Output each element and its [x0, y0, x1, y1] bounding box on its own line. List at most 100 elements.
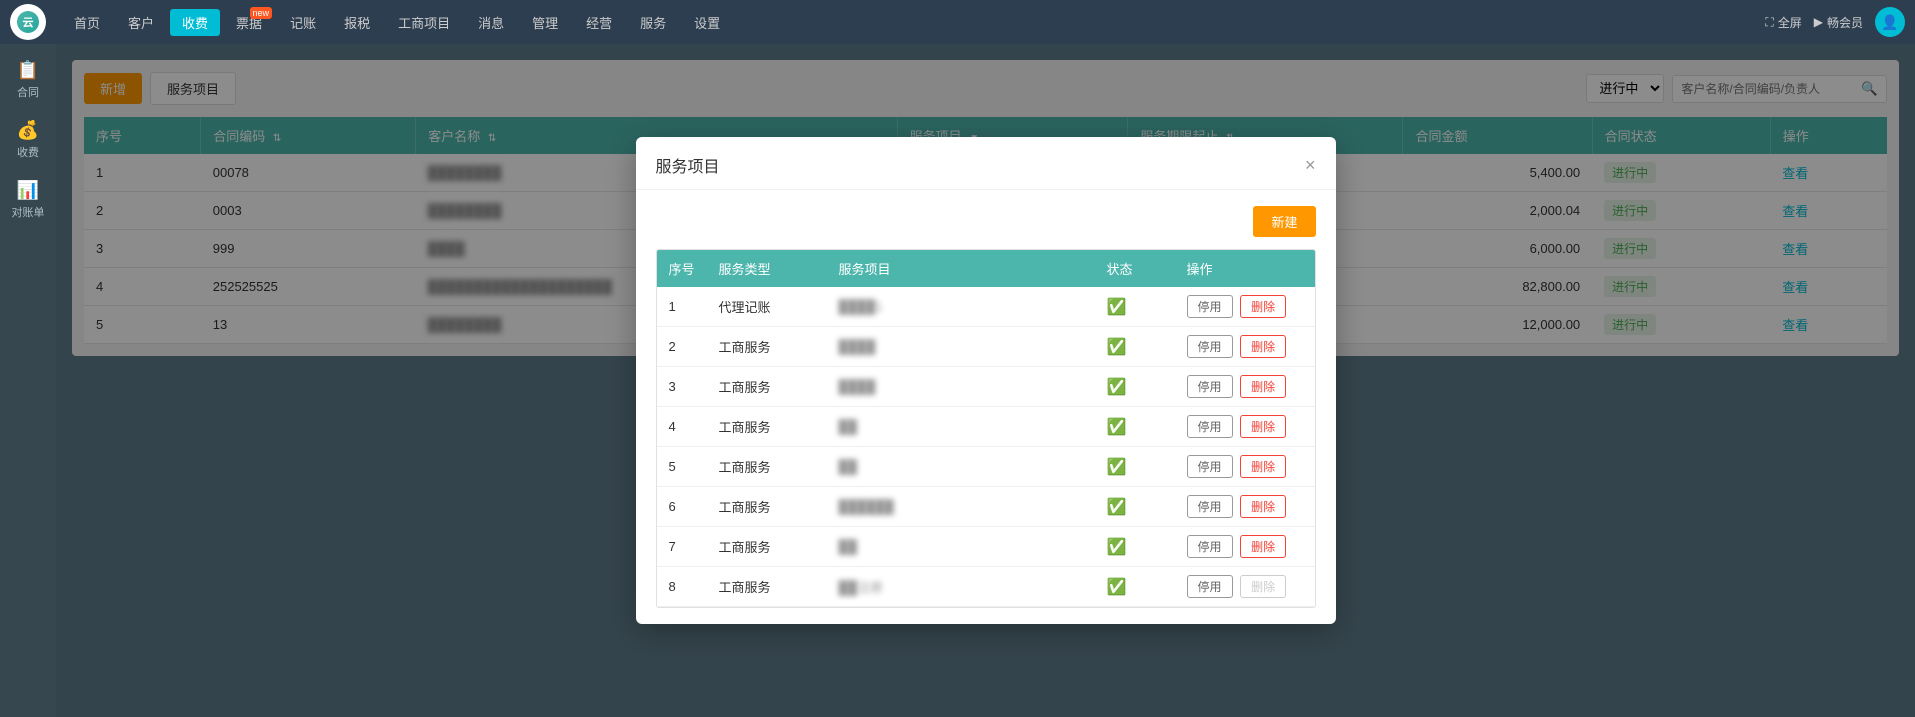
modal-cell-status: ✅ — [1095, 407, 1175, 447]
stop-button[interactable]: 停用 — [1187, 375, 1233, 398]
nav-home[interactable]: 首页 — [62, 9, 112, 36]
modal-cell-type: 工商服务 — [707, 567, 827, 607]
delete-button[interactable]: 删除 — [1240, 415, 1286, 438]
modal-col-type: 服务类型 — [707, 250, 827, 287]
nav-account[interactable]: 记账 — [278, 9, 328, 36]
modal-col-project: 服务项目 — [827, 250, 1095, 287]
modal-cell-project: ██注册 — [827, 567, 1095, 607]
nav-manage[interactable]: 管理 — [520, 9, 570, 36]
status-check-icon: ✅ — [1107, 539, 1127, 556]
service-table: 序号 服务类型 服务项目 状态 操作 1 代理记账 ████1 ✅ 停用 删除 … — [657, 250, 1315, 607]
list-item: 3 工商服务 ████ ✅ 停用 删除 — [657, 367, 1315, 407]
modal-cell-seq: 6 — [657, 487, 707, 527]
nav-finance[interactable]: 经营 — [574, 9, 624, 36]
revenue-icon: 💰 — [17, 120, 39, 141]
modal-body: 新建 序号 服务类型 服务项目 状态 操作 1 代理记账 — [636, 190, 1336, 624]
nav-tax[interactable]: 报税 — [332, 9, 382, 36]
nav-message[interactable]: 消息 — [466, 9, 516, 36]
nav-revenue[interactable]: 收费 — [170, 9, 220, 36]
status-check-icon: ✅ — [1107, 459, 1127, 476]
modal-cell-status: ✅ — [1095, 447, 1175, 487]
stop-button[interactable]: 停用 — [1187, 415, 1233, 438]
sidebar-item-reconcile[interactable]: 📊 对账单 — [4, 172, 52, 228]
modal-cell-seq: 2 — [657, 327, 707, 367]
modal-cell-action: 停用 删除 — [1175, 327, 1315, 367]
delete-button[interactable]: 删除 — [1240, 295, 1286, 318]
modal-col-status: 状态 — [1095, 250, 1175, 287]
delete-button[interactable]: 删除 — [1240, 375, 1286, 398]
status-check-icon: ✅ — [1107, 299, 1127, 316]
nav-service[interactable]: 服务 — [628, 9, 678, 36]
modal-cell-project: ████1 — [827, 287, 1095, 327]
nav-right: ⛶ 全屏 ▶ 畅会员 👤 — [1765, 7, 1905, 37]
modal-cell-project: ██ — [827, 407, 1095, 447]
modal-cell-project: ██████ — [827, 487, 1095, 527]
modal-cell-action: 停用 删除 — [1175, 487, 1315, 527]
list-item: 2 工商服务 ████ ✅ 停用 删除 — [657, 327, 1315, 367]
top-navigation: 云 首页 客户 收费 票据 new 记账 报税 工商项目 消息 管理 经营 服务… — [0, 0, 1915, 44]
modal-cell-project: ████ — [827, 367, 1095, 407]
stop-button[interactable]: 停用 — [1187, 575, 1233, 598]
modal-cell-status: ✅ — [1095, 527, 1175, 567]
modal-cell-seq: 3 — [657, 367, 707, 407]
modal-cell-project: ██ — [827, 447, 1095, 487]
logo-icon: 云 — [17, 11, 39, 33]
modal-cell-status: ✅ — [1095, 487, 1175, 527]
stop-button[interactable]: 停用 — [1187, 455, 1233, 478]
stop-button[interactable]: 停用 — [1187, 495, 1233, 518]
modal-col-seq: 序号 — [657, 250, 707, 287]
delete-button[interactable]: 删除 — [1240, 535, 1286, 558]
nav-invoice[interactable]: 票据 new — [224, 9, 274, 36]
service-tbody: 1 代理记账 ████1 ✅ 停用 删除 2 工商服务 ████ ✅ 停用 删除… — [657, 287, 1315, 607]
modal-col-action: 操作 — [1175, 250, 1315, 287]
status-check-icon: ✅ — [1107, 579, 1127, 596]
logo[interactable]: 云 — [10, 4, 46, 40]
modal-cell-action: 停用 删除 — [1175, 527, 1315, 567]
stop-button[interactable]: 停用 — [1187, 335, 1233, 358]
contract-icon: 📋 — [17, 60, 39, 81]
invoice-badge: new — [250, 7, 273, 19]
modal-cell-seq: 5 — [657, 447, 707, 487]
modal-cell-status: ✅ — [1095, 367, 1175, 407]
list-item: 7 工商服务 ██ ✅ 停用 删除 — [657, 527, 1315, 567]
modal-cell-seq: 1 — [657, 287, 707, 327]
stop-button[interactable]: 停用 — [1187, 295, 1233, 318]
list-item: 5 工商服务 ██ ✅ 停用 删除 — [657, 447, 1315, 487]
member-button[interactable]: ▶ 畅会员 — [1814, 14, 1863, 31]
modal-overlay[interactable]: 服务项目 × 新建 序号 服务类型 服务项目 状态 操作 — [56, 44, 1915, 717]
modal-cell-seq: 4 — [657, 407, 707, 447]
service-table-header: 序号 服务类型 服务项目 状态 操作 — [657, 250, 1315, 287]
list-item: 8 工商服务 ██注册 ✅ 停用 删除 — [657, 567, 1315, 607]
modal-cell-status: ✅ — [1095, 287, 1175, 327]
modal-cell-status: ✅ — [1095, 567, 1175, 607]
modal-cell-type: 工商服务 — [707, 407, 827, 447]
modal-cell-type: 工商服务 — [707, 367, 827, 407]
new-service-button[interactable]: 新建 — [1253, 206, 1315, 237]
nav-items: 首页 客户 收费 票据 new 记账 报税 工商项目 消息 管理 经营 服务 设… — [62, 9, 1765, 36]
modal-cell-seq: 8 — [657, 567, 707, 607]
delete-button[interactable]: 删除 — [1240, 335, 1286, 358]
modal-cell-action: 停用 删除 — [1175, 447, 1315, 487]
nav-customer[interactable]: 客户 — [116, 9, 166, 36]
nav-bizproject[interactable]: 工商项目 — [386, 9, 462, 36]
modal-cell-type: 工商服务 — [707, 527, 827, 567]
delete-button[interactable]: 删除 — [1240, 455, 1286, 478]
modal-cell-action: 停用 删除 — [1175, 287, 1315, 327]
member-icon: ▶ — [1814, 15, 1823, 29]
status-check-icon: ✅ — [1107, 379, 1127, 396]
delete-button[interactable]: 删除 — [1240, 495, 1286, 518]
sidebar-item-contract[interactable]: 📋 合同 — [4, 52, 52, 108]
sidebar-item-revenue[interactable]: 💰 收费 — [4, 112, 52, 168]
list-item: 4 工商服务 ██ ✅ 停用 删除 — [657, 407, 1315, 447]
service-modal: 服务项目 × 新建 序号 服务类型 服务项目 状态 操作 — [636, 137, 1336, 624]
status-check-icon: ✅ — [1107, 499, 1127, 516]
modal-cell-action: 停用 删除 — [1175, 567, 1315, 607]
nav-settings[interactable]: 设置 — [682, 9, 732, 36]
stop-button[interactable]: 停用 — [1187, 535, 1233, 558]
status-check-icon: ✅ — [1107, 419, 1127, 436]
avatar[interactable]: 👤 — [1875, 7, 1905, 37]
modal-header: 服务项目 × — [636, 137, 1336, 190]
modal-toolbar: 新建 — [656, 206, 1316, 237]
modal-close-button[interactable]: × — [1305, 156, 1316, 174]
fullscreen-button[interactable]: ⛶ 全屏 — [1765, 14, 1801, 31]
